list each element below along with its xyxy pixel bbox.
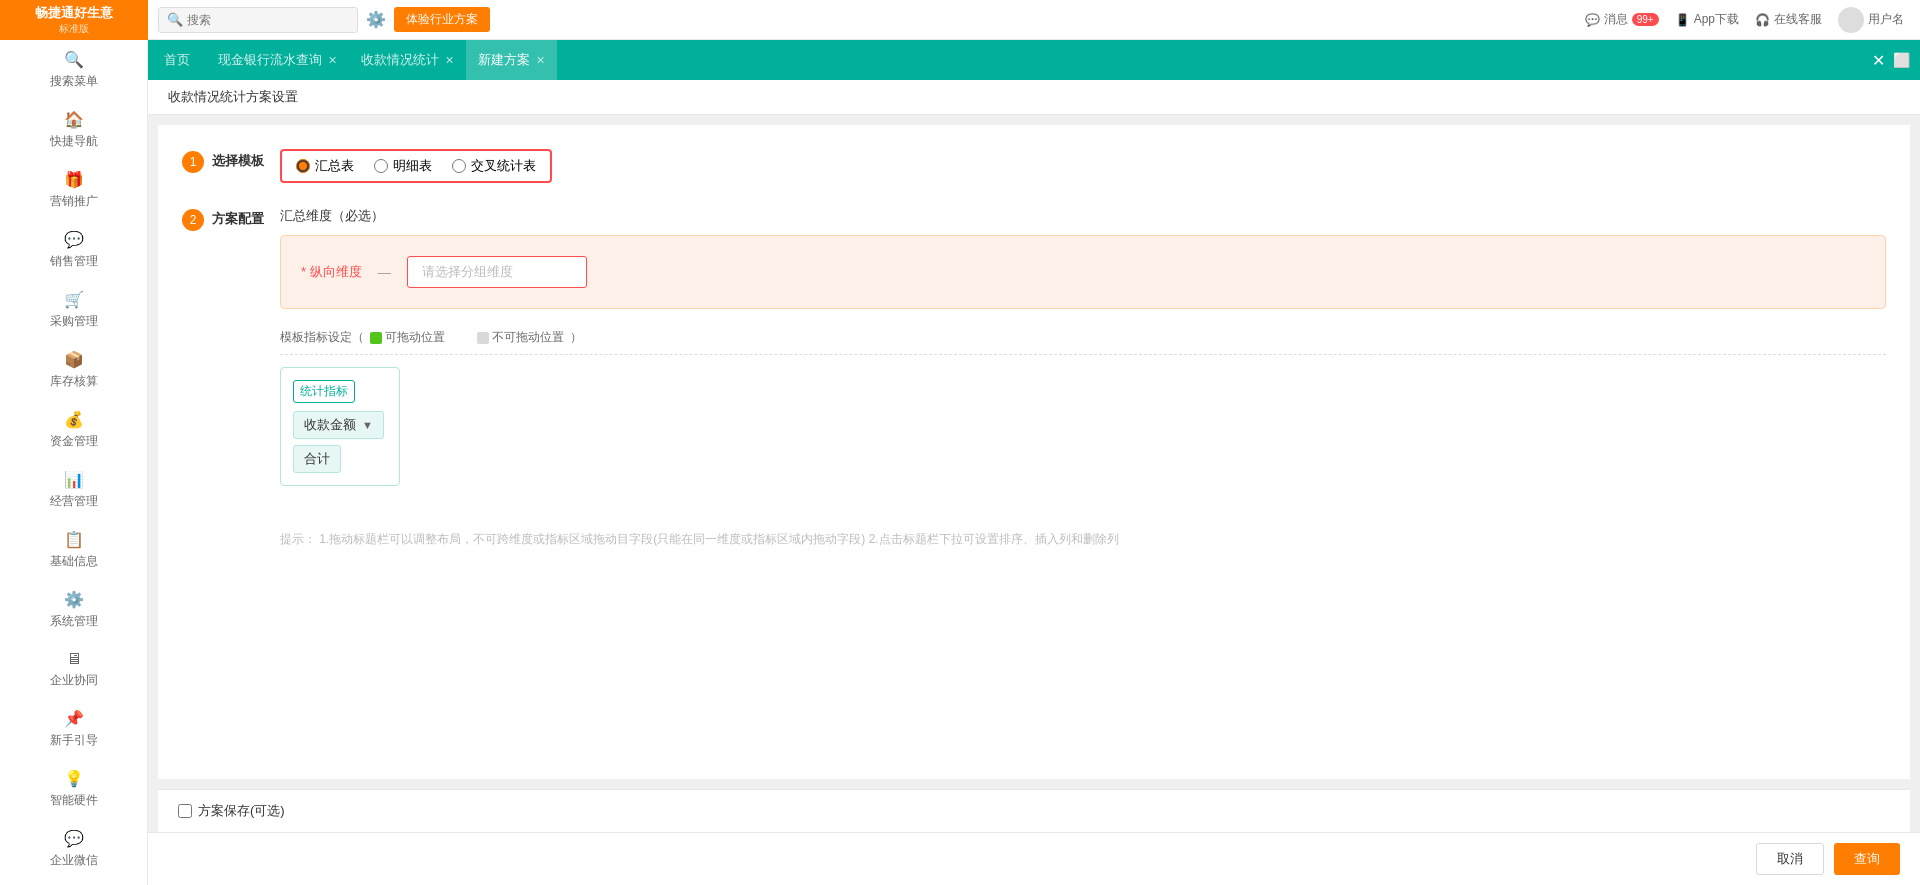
dimension-select[interactable]: 请选择分组维度	[407, 256, 587, 288]
sales-icon: 💬	[64, 230, 84, 249]
search-icon: 🔍	[167, 12, 183, 27]
notification-item[interactable]: 💬 消息 99+	[1585, 11, 1659, 28]
wechat-icon: 💬	[64, 829, 84, 848]
section-config: 2 方案配置 汇总维度（必选） * 纵向维度 — 请选择分组维度	[182, 207, 1886, 552]
logo-sub: 标准版	[59, 22, 89, 36]
radio-summary[interactable]	[296, 159, 310, 173]
query-button[interactable]: 查询	[1834, 843, 1900, 875]
sidebar-item-baseinfo[interactable]: 📋 基础信息	[0, 520, 147, 580]
logo-area: 畅捷通好生意 标准版	[0, 0, 148, 40]
download-icon: 📱	[1675, 13, 1690, 27]
user-area[interactable]: 用户名	[1838, 7, 1904, 33]
radio-cross[interactable]	[452, 159, 466, 173]
sidebar-item-finance[interactable]: 💰 资金管理	[0, 400, 147, 460]
service-icon: 🎧	[1755, 13, 1770, 27]
dimension-area: * 纵向维度 — 请选择分组维度	[280, 235, 1886, 309]
notification-badge: 99+	[1632, 13, 1659, 26]
sidebar-item-wechat[interactable]: 💬 企业微信	[0, 819, 147, 879]
management-icon: 📊	[64, 470, 84, 489]
dimension-section-label: 汇总维度（必选）	[280, 207, 1886, 225]
baseinfo-icon: 📋	[64, 530, 84, 549]
sidebar-item-inventory[interactable]: 📦 库存核算	[0, 340, 147, 400]
search-menu-icon: 🔍	[64, 50, 84, 69]
radio-detail[interactable]	[374, 159, 388, 173]
home-icon: 🏠	[64, 110, 84, 129]
sidebar-item-purchase[interactable]: 🛒 采购管理	[0, 280, 147, 340]
tab-cash-flow-close[interactable]: ✕	[328, 54, 337, 67]
vertical-dim-label: * 纵向维度	[301, 263, 362, 281]
sidebar-item-collab[interactable]: 🖥 企业协同	[0, 640, 147, 699]
sidebar-item-sales[interactable]: 💬 销售管理	[0, 220, 147, 280]
tab-collection-stats[interactable]: 收款情况统计 ✕	[349, 40, 466, 80]
section1-number: 1	[182, 151, 204, 173]
fixed-indicator: 不可拖动位置	[477, 329, 564, 346]
section2-title: 方案配置	[212, 210, 264, 228]
collab-icon: 🖥	[66, 650, 82, 668]
search-box: 🔍	[158, 7, 358, 33]
section-template: 1 选择模板 汇总表 明细表 交	[182, 149, 1886, 183]
movable-indicator: 可拖动位置	[370, 329, 445, 346]
form-container: 1 选择模板 汇总表 明细表 交	[158, 125, 1910, 779]
purchase-icon: 🛒	[64, 290, 84, 309]
bottom-action-bar: 取消 查询	[148, 832, 1920, 885]
tab-collection-stats-close[interactable]: ✕	[445, 54, 454, 67]
sidebar-item-quicknav[interactable]: 🏠 快捷导航	[0, 100, 147, 160]
avatar	[1838, 7, 1864, 33]
save-checkbox[interactable]	[178, 804, 192, 818]
sidebar-item-guide[interactable]: 📌 新手引导	[0, 699, 147, 759]
sidebar-item-hardware[interactable]: 💡 智能硬件	[0, 759, 147, 819]
tab-new-plan-close[interactable]: ✕	[536, 54, 545, 67]
section1-title: 选择模板	[212, 152, 264, 170]
tab-new-plan[interactable]: 新建方案 ✕	[466, 40, 557, 80]
template-options: 汇总表 明细表 交叉统计表	[280, 149, 552, 183]
hardware-icon: 💡	[64, 769, 84, 788]
user-name: 用户名	[1868, 11, 1904, 28]
arrow-icon: —	[378, 265, 391, 280]
finance-icon: 💰	[64, 410, 84, 429]
guide-icon: 📌	[64, 709, 84, 728]
search-input[interactable]	[187, 13, 347, 27]
save-option[interactable]: 方案保存(可选)	[178, 802, 285, 820]
template-detail[interactable]: 明细表	[374, 157, 432, 175]
metrics-tag: 统计指标	[293, 380, 355, 403]
form-footer: 方案保存(可选)	[158, 789, 1910, 832]
logo-text: 畅捷通好生意	[35, 4, 113, 22]
sidebar-item-system[interactable]: ⚙️ 系统管理	[0, 580, 147, 640]
maximize-button[interactable]: ⬜	[1893, 51, 1910, 70]
dropdown-icon: ▼	[362, 419, 373, 431]
sidebar-item-management[interactable]: 📊 经营管理	[0, 460, 147, 520]
system-icon: ⚙️	[64, 590, 84, 609]
cancel-button[interactable]: 取消	[1756, 843, 1824, 875]
industry-button[interactable]: 体验行业方案	[394, 7, 490, 32]
metric-card-amount[interactable]: 收款金额 ▼	[293, 411, 384, 439]
sidebar: 🔍 搜索菜单 🏠 快捷导航 🎁 营销推广 💬 销售管理 🛒 采购管理 📦 库存核…	[0, 40, 148, 885]
tab-cash-flow[interactable]: 现金银行流水查询 ✕	[206, 40, 349, 80]
page-breadcrumb: 收款情况统计方案设置	[148, 80, 1920, 115]
notification-icon: 💬	[1585, 13, 1600, 27]
settings-button[interactable]: ⚙️	[366, 10, 386, 29]
tab-home[interactable]: 首页	[148, 40, 206, 80]
sidebar-item-member[interactable]: 🏷 畅会员	[0, 879, 147, 885]
sidebar-item-marketing[interactable]: 🎁 营销推广	[0, 160, 147, 220]
service-item[interactable]: 🎧 在线客服	[1755, 11, 1822, 28]
content-area: 收款情况统计方案设置 1 选择模板 汇总表	[148, 80, 1920, 885]
inventory-icon: 📦	[64, 350, 84, 369]
sidebar-item-search[interactable]: 🔍 搜索菜单	[0, 40, 147, 100]
metric-total: 合计	[293, 445, 341, 473]
metrics-area: 统计指标 收款金额 ▼ 合计	[280, 367, 400, 486]
section2-number: 2	[182, 209, 204, 231]
template-cross[interactable]: 交叉统计表	[452, 157, 536, 175]
tab-bar: 首页 现金银行流水查询 ✕ 收款情况统计 ✕ 新建方案 ✕ ✕ ⬜	[148, 40, 1920, 80]
config-content: 汇总维度（必选） * 纵向维度 — 请选择分组维度	[280, 207, 1886, 552]
template-summary[interactable]: 汇总表	[296, 157, 354, 175]
marketing-icon: 🎁	[64, 170, 84, 189]
hint-text: 提示： 1.拖动标题栏可以调整布局，不可跨维度或指标区域拖动目字段(只能在同一维…	[280, 526, 1886, 552]
download-item[interactable]: 📱 App下载	[1675, 11, 1739, 28]
main-area: 首页 现金银行流水查询 ✕ 收款情况统计 ✕ 新建方案 ✕ ✕ ⬜	[148, 40, 1920, 885]
close-window-button[interactable]: ✕	[1872, 51, 1885, 70]
metrics-setting-row: 模板指标设定（ 可拖动位置 不可拖动位置 ）	[280, 329, 1886, 346]
